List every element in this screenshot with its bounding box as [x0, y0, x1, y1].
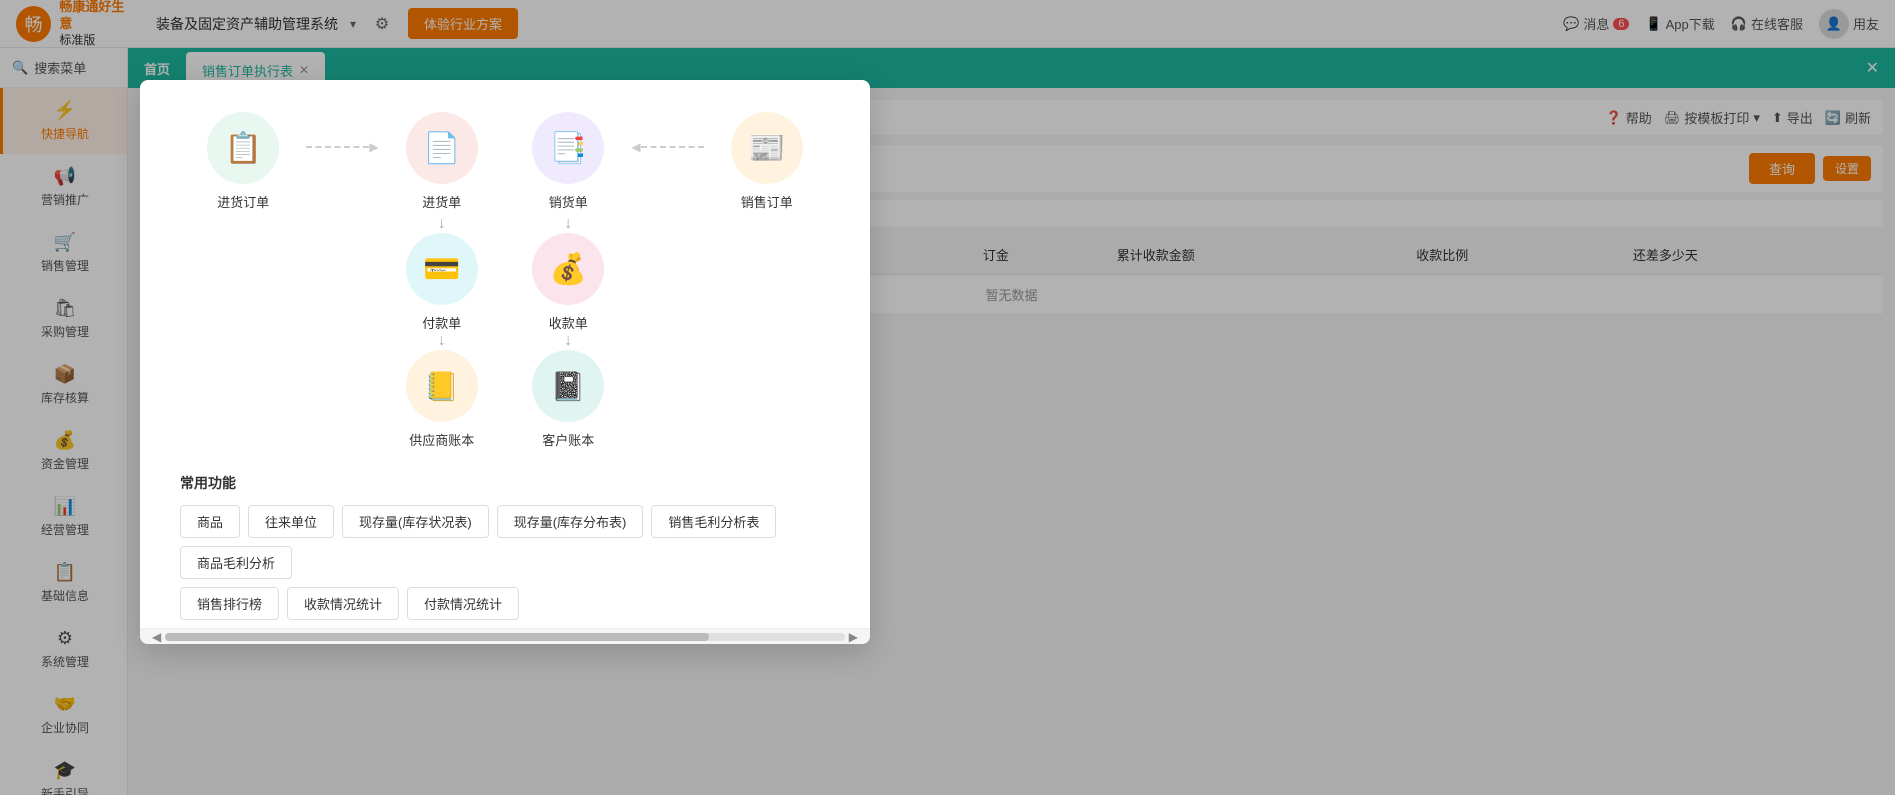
receipt-label: 收款单	[549, 313, 588, 332]
common-functions-title: 常用功能	[180, 473, 830, 493]
flow-row-arrows-2: ↓ ↓	[180, 332, 830, 350]
purchase-receipt-icon: 📄	[423, 131, 460, 166]
modal: 📋 进货订单 ▶ 📄 进货单	[140, 80, 870, 644]
flow-row-1: 📋 进货订单 ▶ 📄 进货单	[180, 112, 830, 211]
supplier-ledger-label: 供应商账本	[409, 430, 474, 449]
cf-btn-sales-rank[interactable]: 销售排行榜	[180, 587, 279, 620]
flow-item-supplier-ledger[interactable]: 📒 供应商账本	[379, 350, 505, 449]
flow-item-sales-receipt[interactable]: 📑 销货单	[505, 112, 631, 211]
cf-btn-product-margin[interactable]: 商品毛利分析	[180, 546, 292, 579]
customer-ledger-label: 客户账本	[542, 430, 594, 449]
common-functions: 常用功能 商品 往来单位 现存量(库存状况表) 现存量(库存分布表) 销售毛利分…	[180, 473, 830, 620]
payment-icon: 💳	[423, 252, 460, 287]
flow-item-purchase-receipt[interactable]: 📄 进货单	[379, 112, 505, 211]
receipt-icon: 💰	[550, 252, 587, 287]
sales-order-circle: 📰	[731, 112, 803, 184]
cf-btn-product[interactable]: 商品	[180, 505, 240, 538]
sales-receipt-label: 销货单	[549, 192, 588, 211]
scroll-thumb	[165, 633, 709, 641]
cf-btn-stock-status[interactable]: 现存量(库存状况表)	[342, 505, 489, 538]
cf-btn-sales-margin-analysis[interactable]: 销售毛利分析表	[651, 505, 776, 538]
modal-body: 📋 进货订单 ▶ 📄 进货单	[140, 80, 870, 628]
flow-item-customer-ledger[interactable]: 📓 客户账本	[505, 350, 631, 449]
payment-label: 付款单	[422, 313, 461, 332]
cf-btn-counterparty[interactable]: 往来单位	[248, 505, 334, 538]
flow-item-receipt[interactable]: 💰 收款单	[505, 233, 631, 332]
flow-item-sales-order[interactable]: 📰 销售订单	[704, 112, 830, 211]
cf-buttons-row1: 商品 往来单位 现存量(库存状况表) 现存量(库存分布表) 销售毛利分析表 商品…	[180, 505, 830, 579]
cf-btn-receipt-stats[interactable]: 收款情况统计	[287, 587, 399, 620]
purchase-order-label: 进货订单	[217, 192, 269, 211]
scroll-left-arrow[interactable]: ◀	[148, 630, 165, 644]
scroll-right-arrow[interactable]: ▶	[845, 630, 862, 644]
sales-order-icon: 📰	[748, 131, 785, 166]
purchase-receipt-circle: 📄	[406, 112, 478, 184]
customer-ledger-circle: 📓	[532, 350, 604, 422]
flow-item-purchase-order[interactable]: 📋 进货订单	[180, 112, 306, 211]
purchase-order-circle: 📋	[207, 112, 279, 184]
modal-overlay[interactable]: 📋 进货订单 ▶ 📄 进货单	[0, 0, 1895, 795]
payment-circle: 💳	[406, 233, 478, 305]
arrow-h-2: ◀	[631, 140, 703, 154]
receipt-circle: 💰	[532, 233, 604, 305]
flow-item-payment[interactable]: 💳 付款单	[379, 233, 505, 332]
sales-receipt-circle: 📑	[532, 112, 604, 184]
scroll-track[interactable]	[165, 633, 845, 641]
sales-receipt-icon: 📑	[550, 131, 587, 166]
flow-row-3: 📒 供应商账本 📓 客户账本	[180, 350, 830, 449]
flow-row-2: 💳 付款单 💰 收款单	[180, 233, 830, 332]
cf-btn-payment-stats[interactable]: 付款情况统计	[407, 587, 519, 620]
flow-section: 📋 进货订单 ▶ 📄 进货单	[180, 112, 830, 449]
flow-row-arrows: ↓ ↓	[180, 215, 830, 233]
supplier-ledger-icon: 📒	[424, 370, 459, 403]
supplier-ledger-circle: 📒	[406, 350, 478, 422]
purchase-order-icon: 📋	[225, 131, 262, 166]
cf-btn-stock-dist[interactable]: 现存量(库存分布表)	[497, 505, 644, 538]
purchase-receipt-label: 进货单	[422, 192, 461, 211]
customer-ledger-icon: 📓	[551, 370, 586, 403]
arrow-h-1: ▶	[306, 140, 378, 154]
modal-scrollbar[interactable]: ◀ ▶	[140, 628, 870, 644]
cf-buttons-row2: 销售排行榜 收款情况统计 付款情况统计	[180, 587, 830, 620]
sales-order-label: 销售订单	[741, 192, 793, 211]
